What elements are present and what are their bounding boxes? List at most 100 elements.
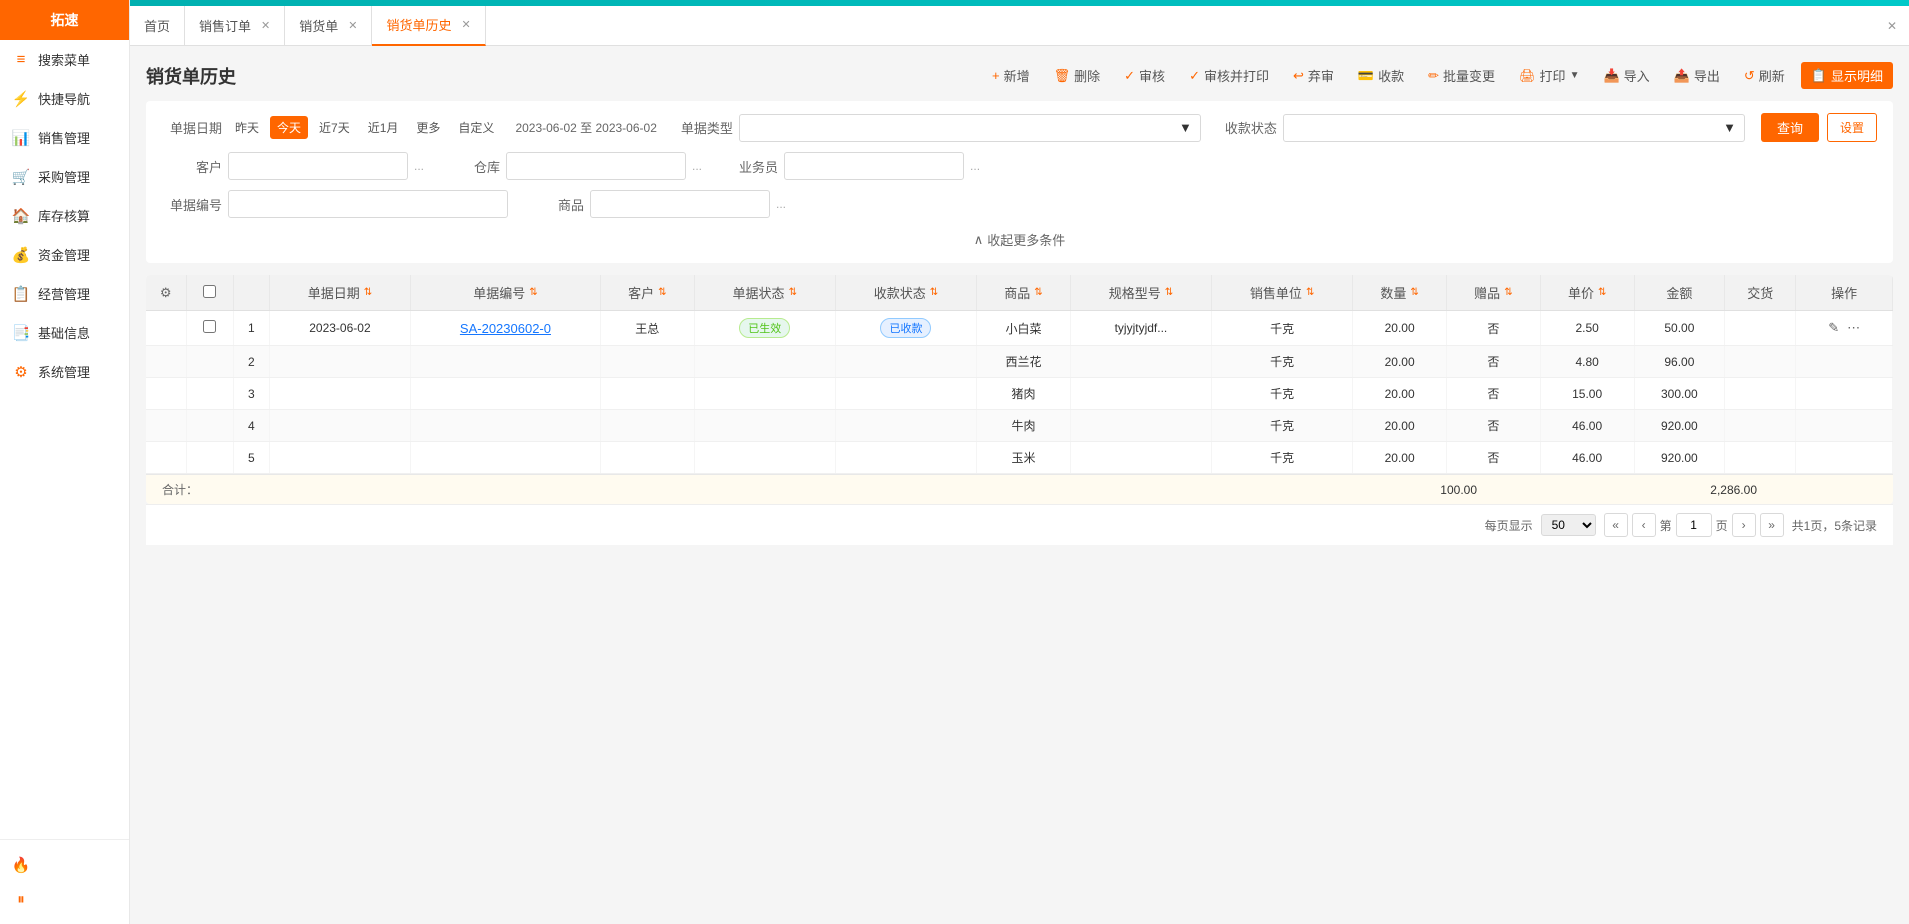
table-scroll: ⚙ 单据日期⇅ 单据编号⇅ 客户⇅ 单据状态⇅ 收款状态⇅ 商品⇅ 规格型号⇅ … [146,275,1893,474]
date-btn-yesterday[interactable]: 昨天 [228,116,266,139]
goods-dots[interactable]: ... [776,197,786,211]
row-collect-status: 已收款 [835,311,976,346]
delete-button[interactable]: 🗑 删除 [1046,62,1109,89]
date-btn-1month[interactable]: 近1月 [361,116,406,139]
customer-input[interactable] [228,152,408,180]
next-page-btn[interactable]: › [1732,513,1756,537]
row-action [1796,442,1893,474]
close-tab-sales-order[interactable]: ✕ [261,19,270,32]
sidebar-item-finance-mgmt[interactable]: 💰 资金管理 [0,235,129,274]
warehouse-dots[interactable]: ... [692,159,702,173]
th-qty[interactable]: 数量⇅ [1353,275,1447,311]
collapse-button[interactable]: ∧ 收起更多条件 [966,228,1074,251]
sidebar-item-label: 销售管理 [38,128,90,147]
doc-no-input[interactable] [228,190,508,218]
first-page-btn[interactable]: « [1604,513,1628,537]
sidebar-item-sales-mgmt[interactable]: 📊 销售管理 [0,118,129,157]
warehouse-input[interactable] [506,152,686,180]
th-unit[interactable]: 销售单位⇅ [1212,275,1353,311]
sidebar-item-ops-mgmt[interactable]: 📋 经营管理 [0,274,129,313]
row-date [269,346,410,378]
sort-icon-date: ⇅ [364,287,372,298]
th-doc-status[interactable]: 单据状态⇅ [694,275,835,311]
sidebar-item-sys-mgmt[interactable]: ⚙ 系统管理 [0,352,129,391]
quick-nav-icon: ⚡ [12,90,30,108]
row-unit: 千克 [1212,410,1353,442]
collect-icon: 💳 [1358,68,1374,84]
settings-icon[interactable]: ⚙ [160,285,172,300]
sidebar-bottom-btn2[interactable]: ⏸ [0,882,129,916]
tab-sales-delivery-history[interactable]: 销货单历史 ✕ [372,6,485,46]
collect-status-select[interactable]: ▼ [1283,114,1745,142]
refresh-button[interactable]: ↺ 刷新 [1736,62,1793,89]
sidebar-item-inventory-calc[interactable]: 🏠 库存核算 [0,196,129,235]
customer-dots[interactable]: ... [414,159,424,173]
batch-change-button[interactable]: ✏ 批量变更 [1420,62,1503,89]
row-gift: 否 [1447,410,1541,442]
th-settings[interactable]: ⚙ [146,275,186,311]
page-number-input[interactable] [1676,513,1712,537]
filter-doc-type: 单据类型 ▼ [673,114,1201,142]
sidebar-item-purchase-mgmt[interactable]: 🛒 采购管理 [0,157,129,196]
salesperson-input[interactable] [784,152,964,180]
tab-sales-delivery[interactable]: 销货单 ✕ [285,6,372,46]
audit-print-button[interactable]: ✓ 审核并打印 [1181,62,1277,89]
audit-button[interactable]: ✓ 审核 [1116,62,1173,89]
close-tab-sales-delivery-history[interactable]: ✕ [462,18,471,31]
row-doc-no [411,346,601,378]
table-row: 3 猪肉 千克 20.00 否 15.00 300.00 [146,378,1893,410]
close-tab-sales-delivery[interactable]: ✕ [348,19,357,32]
import-button[interactable]: 📥 导入 [1595,62,1657,89]
page-word: 页 [1716,517,1728,534]
sidebar-item-quick-nav[interactable]: ⚡ 快捷导航 [0,79,129,118]
th-collect-status[interactable]: 收款状态⇅ [835,275,976,311]
table-row: 4 牛肉 千克 20.00 否 46.00 920.00 [146,410,1893,442]
sidebar-item-label: 系统管理 [38,362,90,381]
th-spec[interactable]: 规格型号⇅ [1070,275,1211,311]
goods-input[interactable] [590,190,770,218]
add-button[interactable]: + 新增 [984,62,1038,89]
doc-type-select[interactable]: ▼ [739,114,1201,142]
sidebar-item-search-menu[interactable]: ≡ 搜索菜单 [0,40,129,79]
sidebar-bottom-btn1[interactable]: 🔥 [0,848,129,882]
collect-button[interactable]: 💳 收款 [1350,62,1412,89]
page-header: 销货单历史 + 新增 🗑 删除 ✓ 审核 ✓ 审核并打印 [146,62,1893,89]
tab-home[interactable]: 首页 [130,6,185,46]
date-btn-more[interactable]: 更多 [409,116,447,139]
prev-page-btn[interactable]: ‹ [1632,513,1656,537]
show-detail-button[interactable]: 📋 显示明细 [1801,62,1893,89]
th-customer[interactable]: 客户⇅ [600,275,694,311]
last-page-btn[interactable]: » [1760,513,1784,537]
close-all-tabs[interactable]: ✕ [1875,19,1909,33]
row-select-checkbox[interactable] [203,320,216,333]
page-size-select[interactable]: 50 100 200 [1541,514,1596,536]
print-button[interactable]: 🖨 打印 ▼ [1511,62,1587,89]
date-btn-today[interactable]: 今天 [270,116,308,139]
collect-status-dropdown-icon: ▼ [1723,120,1736,135]
export-button[interactable]: 📤 导出 [1666,62,1728,89]
select-all-checkbox[interactable] [203,285,216,298]
settings-btn[interactable]: 设置 [1827,113,1877,142]
tab-sales-order[interactable]: 销售订单 ✕ [185,6,285,46]
table-wrap: ⚙ 单据日期⇅ 单据编号⇅ 客户⇅ 单据状态⇅ 收款状态⇅ 商品⇅ 规格型号⇅ … [146,275,1893,504]
th-goods[interactable]: 商品⇅ [977,275,1071,311]
date-btn-7days[interactable]: 近7天 [312,116,357,139]
th-doc-no[interactable]: 单据编号⇅ [411,275,601,311]
th-gift[interactable]: 赠品⇅ [1447,275,1541,311]
sidebar-item-label: 库存核算 [38,206,90,225]
salesperson-dots[interactable]: ... [970,159,980,173]
date-btn-custom[interactable]: 自定义 [451,116,501,139]
row-doc-no: SA-20230602-0 [411,311,601,346]
filter-doc-no: 单据编号 [162,190,508,218]
query-button[interactable]: 查询 [1761,113,1819,142]
th-unit-price[interactable]: 单价⇅ [1540,275,1634,311]
row-customer [600,378,694,410]
table-header-row: ⚙ 单据日期⇅ 单据编号⇅ 客户⇅ 单据状态⇅ 收款状态⇅ 商品⇅ 规格型号⇅ … [146,275,1893,311]
doc-no-link[interactable]: SA-20230602-0 [460,321,551,336]
filter-goods: 商品 ... [524,190,786,218]
more-action-btn[interactable]: ⋯ [1843,318,1864,337]
edit-action-btn[interactable]: ✎ [1824,318,1843,337]
sidebar-item-basic-info[interactable]: 📑 基础信息 [0,313,129,352]
abandon-button[interactable]: ↩ 弃审 [1285,62,1342,89]
th-date[interactable]: 单据日期⇅ [269,275,410,311]
